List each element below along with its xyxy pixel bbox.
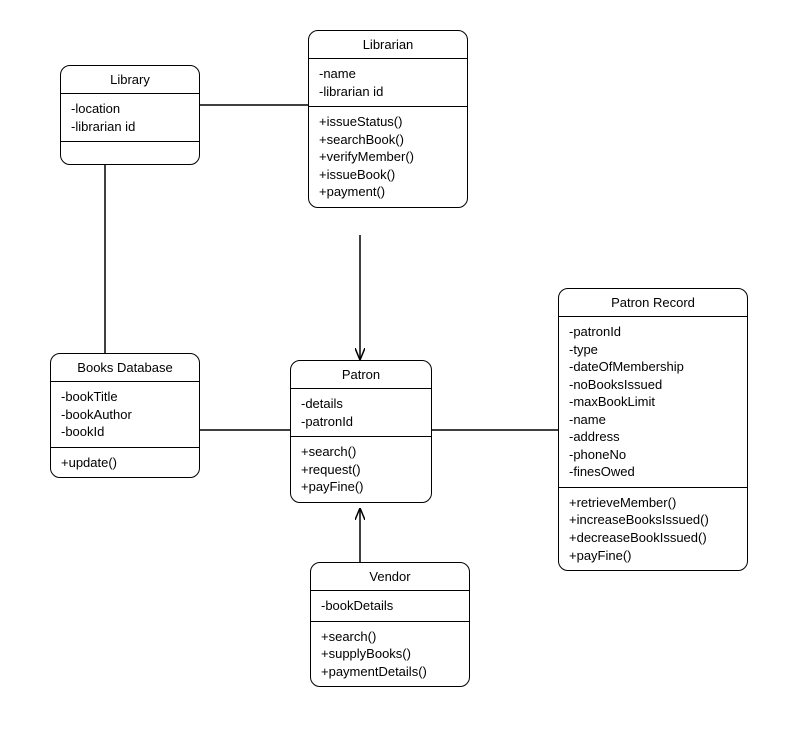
attributes-section: -details -patronId (291, 389, 431, 436)
methods-section: +update() (51, 448, 199, 478)
method: +retrieveMember() (569, 494, 737, 512)
attribute: -bookDetails (321, 597, 459, 615)
methods-section (61, 142, 199, 164)
attribute: -dateOfMembership (569, 358, 737, 376)
attribute: -bookId (61, 423, 189, 441)
methods-section: +search() +request() +payFine() (291, 437, 431, 502)
method: +payFine() (569, 547, 737, 565)
methods-section: +issueStatus() +searchBook() +verifyMemb… (309, 107, 467, 207)
attribute: -location (71, 100, 189, 118)
attribute: -name (319, 65, 457, 83)
attribute: -type (569, 341, 737, 359)
attribute: -bookAuthor (61, 406, 189, 424)
attribute: -noBooksIssued (569, 376, 737, 394)
method: +search() (301, 443, 421, 461)
class-patron-record: Patron Record -patronId -type -dateOfMem… (558, 288, 748, 571)
class-vendor: Vendor -bookDetails +search() +supplyBoo… (310, 562, 470, 687)
class-title: Books Database (51, 354, 199, 381)
class-patron: Patron -details -patronId +search() +req… (290, 360, 432, 503)
attribute: -patronId (301, 413, 421, 431)
attribute: -address (569, 428, 737, 446)
method: +decreaseBookIssued() (569, 529, 737, 547)
method: +payFine() (301, 478, 421, 496)
attributes-section: -location -librarian id (61, 94, 199, 141)
attributes-section: -patronId -type -dateOfMembership -noBoo… (559, 317, 747, 487)
class-title: Patron Record (559, 289, 747, 316)
attributes-section: -bookTitle -bookAuthor -bookId (51, 382, 199, 447)
attribute: -finesOwed (569, 463, 737, 481)
attribute: -phoneNo (569, 446, 737, 464)
class-title: Library (61, 66, 199, 93)
method: +issueStatus() (319, 113, 457, 131)
methods-section: +search() +supplyBooks() +paymentDetails… (311, 622, 469, 687)
method: +search() (321, 628, 459, 646)
methods-section: +retrieveMember() +increaseBooksIssued()… (559, 488, 747, 570)
attribute: -name (569, 411, 737, 429)
attribute: -librarian id (319, 83, 457, 101)
attributes-section: -name -librarian id (309, 59, 467, 106)
class-title: Patron (291, 361, 431, 388)
diagram-canvas: Library -location -librarian id Libraria… (0, 0, 800, 735)
method: +update() (61, 454, 189, 472)
class-library: Library -location -librarian id (60, 65, 200, 165)
method: +increaseBooksIssued() (569, 511, 737, 529)
method: +issueBook() (319, 166, 457, 184)
method: +paymentDetails() (321, 663, 459, 681)
class-books-database: Books Database -bookTitle -bookAuthor -b… (50, 353, 200, 478)
attribute: -patronId (569, 323, 737, 341)
attribute: -librarian id (71, 118, 189, 136)
class-title: Vendor (311, 563, 469, 590)
class-title: Librarian (309, 31, 467, 58)
attribute: -details (301, 395, 421, 413)
class-librarian: Librarian -name -librarian id +issueStat… (308, 30, 468, 208)
method: +searchBook() (319, 131, 457, 149)
attributes-section: -bookDetails (311, 591, 469, 621)
attribute: -bookTitle (61, 388, 189, 406)
attribute: -maxBookLimit (569, 393, 737, 411)
method: +supplyBooks() (321, 645, 459, 663)
method: +payment() (319, 183, 457, 201)
method: +verifyMember() (319, 148, 457, 166)
method: +request() (301, 461, 421, 479)
